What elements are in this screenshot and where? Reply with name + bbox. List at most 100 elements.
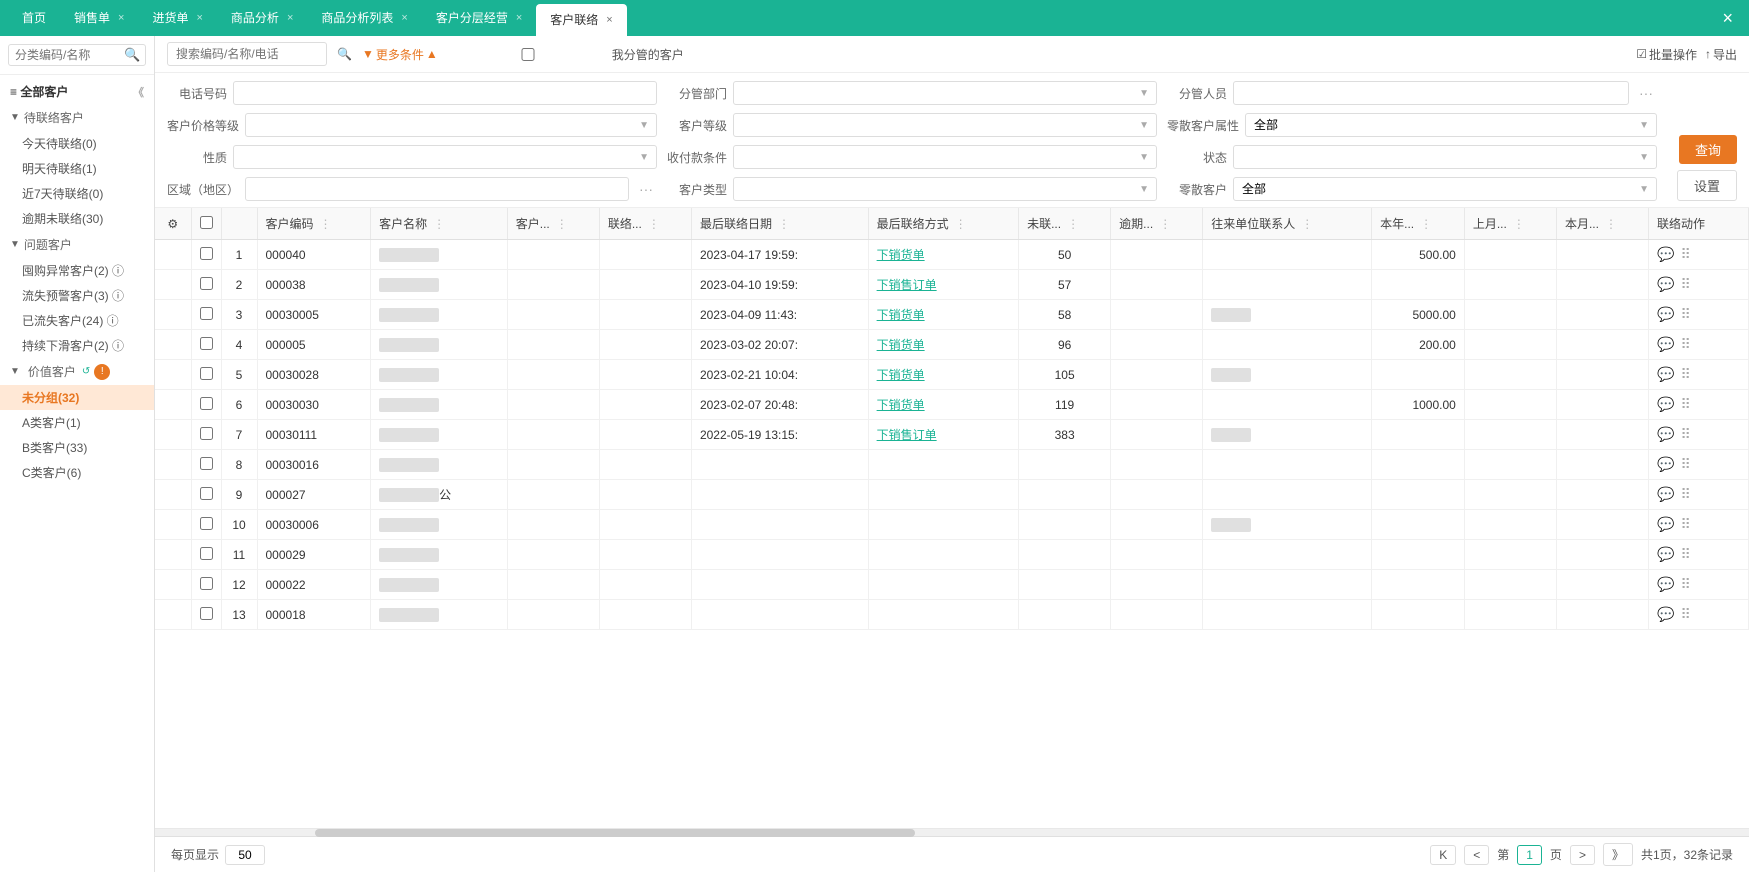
row-checkbox[interactable] (200, 277, 213, 290)
action-chat-icon[interactable]: 💬 (1657, 486, 1674, 503)
tab-purchase[interactable]: 进货单 × (138, 0, 216, 36)
global-close-btn[interactable]: × (1722, 8, 1733, 29)
filter-retail-attr-select[interactable]: 全部 (1245, 113, 1657, 137)
action-more-icon[interactable]: ⠿ (1680, 516, 1690, 533)
search-input[interactable] (167, 42, 327, 66)
filter-zone-dots[interactable]: ··· (635, 181, 657, 197)
action-more-icon[interactable]: ⠿ (1680, 456, 1690, 473)
filter-retail-cust-select[interactable]: 全部 (1233, 177, 1657, 201)
tab-customer-segment[interactable]: 客户分层经营 × (422, 0, 536, 36)
prev-page-btn[interactable]: < (1464, 845, 1489, 865)
action-more-icon[interactable]: ⠿ (1680, 576, 1690, 593)
per-page-input[interactable] (225, 845, 265, 865)
action-chat-icon[interactable]: 💬 (1657, 426, 1674, 443)
tab-product-analysis-list[interactable]: 商品分析列表 × (307, 0, 421, 36)
action-more-icon[interactable]: ⠿ (1680, 276, 1690, 293)
action-chat-icon[interactable]: 💬 (1657, 396, 1674, 413)
last-page-btn[interactable]: 》 (1603, 843, 1633, 866)
action-more-icon[interactable]: ⠿ (1680, 546, 1690, 563)
col-checkbox[interactable] (191, 208, 221, 240)
filter-cust-grade-select[interactable] (733, 113, 1157, 137)
row-checkbox-cell[interactable] (191, 540, 221, 570)
row-checkbox-cell[interactable] (191, 390, 221, 420)
sidebar-item-hoarding-abnormal[interactable]: 囤购异常客户(2) ⓘ (0, 258, 154, 283)
row-checkbox-cell[interactable] (191, 600, 221, 630)
scrollbar-thumb[interactable] (315, 829, 915, 837)
all-customers-header[interactable]: ≡ 全部客户 《 (0, 75, 154, 104)
value-refresh-icon[interactable]: ↺ (82, 366, 90, 377)
row-checkbox-cell[interactable] (191, 450, 221, 480)
row-checkbox-cell[interactable] (191, 330, 221, 360)
tab-product-analysis-close[interactable]: × (287, 0, 293, 36)
row-checkbox-cell[interactable] (191, 510, 221, 540)
filter-nature-select[interactable] (233, 145, 657, 169)
sidebar-item-declining[interactable]: 持续下滑客户(2) ⓘ (0, 333, 154, 358)
reset-btn[interactable]: 设置 (1677, 170, 1737, 201)
action-more-icon[interactable]: ⠿ (1680, 606, 1690, 623)
row-checkbox[interactable] (200, 457, 213, 470)
batch-ops-btn[interactable]: ☑ 批量操作 (1636, 46, 1697, 63)
sidebar-item-class-c[interactable]: C类客户(6) (0, 460, 154, 485)
filter-price-grade-select[interactable] (245, 113, 657, 137)
sidebar-item-7days[interactable]: 近7天待联络(0) (0, 181, 154, 206)
sidebar-group-problem[interactable]: ▼ 问题客户 (0, 231, 154, 258)
col-gear[interactable]: ⚙ (155, 208, 191, 240)
action-chat-icon[interactable]: 💬 (1657, 336, 1674, 353)
sidebar-item-today[interactable]: 今天待联络(0) (0, 131, 154, 156)
filter-status-select[interactable] (1233, 145, 1657, 169)
action-more-icon[interactable]: ⠿ (1680, 336, 1690, 353)
action-chat-icon[interactable]: 💬 (1657, 276, 1674, 293)
tab-product-analysis[interactable]: 商品分析 × (217, 0, 307, 36)
action-chat-icon[interactable]: 💬 (1657, 246, 1674, 263)
sidebar-group-value[interactable]: ▼ 价值客户 ↺ ! (0, 358, 154, 385)
sidebar-item-class-b[interactable]: B类客户(33) (0, 435, 154, 460)
row-checkbox-cell[interactable] (191, 240, 221, 270)
row-checkbox[interactable] (200, 607, 213, 620)
row-checkbox[interactable] (200, 577, 213, 590)
sidebar-item-churn-warning[interactable]: 流失预警客户(3) ⓘ (0, 283, 154, 308)
row-checkbox-cell[interactable] (191, 480, 221, 510)
action-chat-icon[interactable]: 💬 (1657, 516, 1674, 533)
row-checkbox[interactable] (200, 517, 213, 530)
filter-dept-select[interactable] (733, 81, 1157, 105)
tab-home[interactable]: 首页 (8, 0, 60, 36)
filter-phone-input[interactable] (233, 81, 657, 105)
horizontal-scrollbar[interactable] (155, 828, 1749, 836)
filter-cust-type-select[interactable] (733, 177, 1157, 201)
my-customers-checkbox[interactable] (448, 48, 608, 61)
filter-manager-dots[interactable]: ··· (1635, 85, 1657, 101)
row-checkbox[interactable] (200, 367, 213, 380)
sidebar-item-unclassified[interactable]: 未分组(32) (0, 385, 154, 410)
first-page-btn[interactable]: K (1430, 845, 1456, 865)
row-checkbox[interactable] (200, 247, 213, 260)
action-chat-icon[interactable]: 💬 (1657, 366, 1674, 383)
row-checkbox-cell[interactable] (191, 300, 221, 330)
filter-zone-input[interactable] (245, 177, 629, 201)
tab-product-analysis-list-close[interactable]: × (401, 0, 407, 36)
filter-payment-select[interactable] (733, 145, 1157, 169)
row-checkbox[interactable] (200, 337, 213, 350)
row-checkbox[interactable] (200, 397, 213, 410)
more-conditions-btn[interactable]: ▼ 更多条件 ▲ (362, 46, 438, 63)
tab-sales-close[interactable]: × (118, 0, 124, 36)
action-more-icon[interactable]: ⠿ (1680, 366, 1690, 383)
row-checkbox[interactable] (200, 487, 213, 500)
select-all-checkbox[interactable] (200, 216, 213, 229)
action-chat-icon[interactable]: 💬 (1657, 606, 1674, 623)
filter-manager-input[interactable] (1233, 81, 1629, 105)
tab-sales[interactable]: 销售单 × (60, 0, 138, 36)
my-customers-checkbox-wrap[interactable]: 我分管的客户 (448, 46, 684, 63)
sidebar-item-churned[interactable]: 已流失客户(24) ⓘ (0, 308, 154, 333)
action-more-icon[interactable]: ⠿ (1680, 246, 1690, 263)
next-page-btn[interactable]: > (1570, 845, 1595, 865)
row-checkbox-cell[interactable] (191, 570, 221, 600)
tab-customer-contact[interactable]: 客户联络 × (536, 4, 626, 36)
tab-customer-segment-close[interactable]: × (516, 0, 522, 36)
row-checkbox-cell[interactable] (191, 360, 221, 390)
action-more-icon[interactable]: ⠿ (1680, 306, 1690, 323)
row-checkbox-cell[interactable] (191, 270, 221, 300)
action-more-icon[interactable]: ⠿ (1680, 396, 1690, 413)
row-checkbox[interactable] (200, 307, 213, 320)
row-checkbox[interactable] (200, 547, 213, 560)
sidebar-item-overdue[interactable]: 逾期未联络(30) (0, 206, 154, 231)
